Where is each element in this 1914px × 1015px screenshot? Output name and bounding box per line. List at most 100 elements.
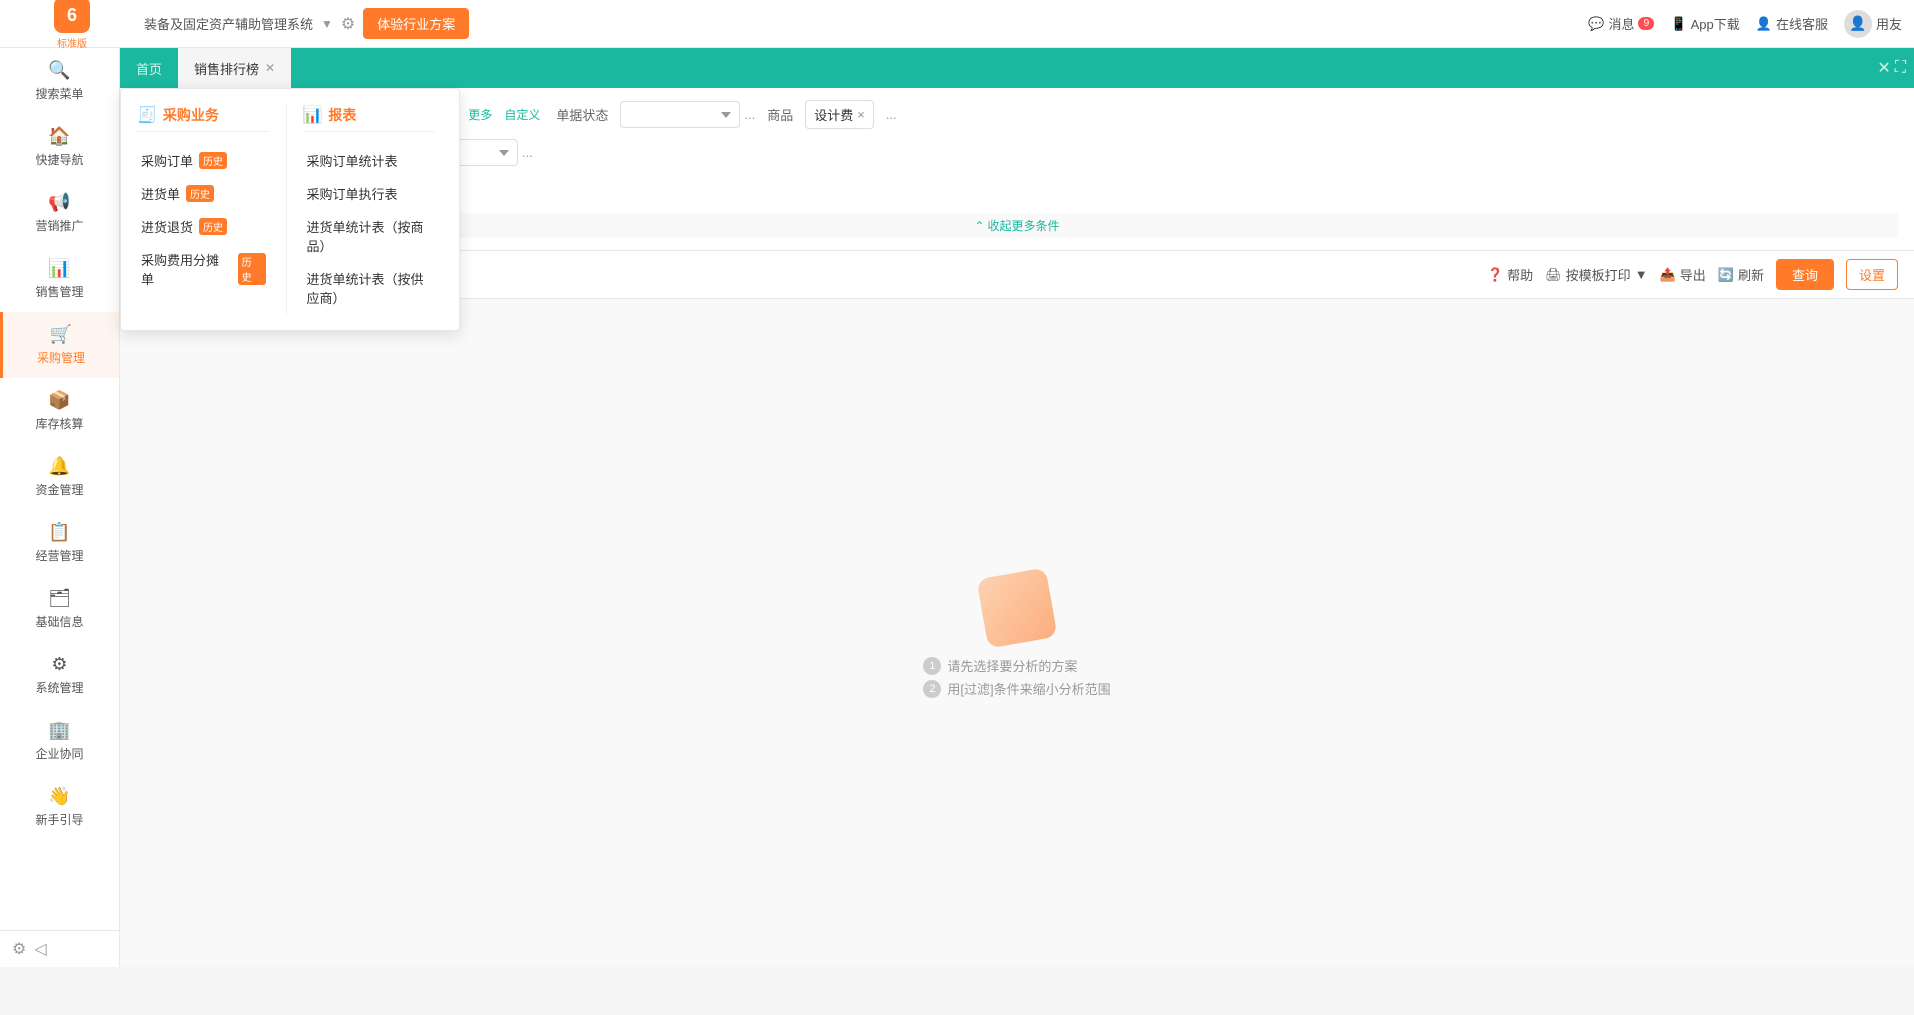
query-button[interactable]: 查询 <box>1776 259 1834 290</box>
sidebar-item-search[interactable]: 🔍 搜索菜单 <box>0 48 119 114</box>
settings-gear-button[interactable]: ⚙ <box>341 14 355 34</box>
sidebar-collapse-button[interactable]: ◁ <box>34 939 46 959</box>
incoming-history-badge: 历史 <box>186 185 214 202</box>
dropdown-purchase-col: 🧾 采购业务 采购订单 历史 进货单 历史 进货退货 历史 采购费用分摊单 历史 <box>137 105 278 314</box>
refresh-button[interactable]: 🔄 刷新 <box>1718 265 1764 284</box>
report-section-label: 报表 <box>328 105 356 125</box>
print-icon: 🖨 <box>1545 267 1562 283</box>
dropdown-item-return[interactable]: 进货退货 历史 <box>137 210 270 243</box>
print-button[interactable]: 🖨 按模板打印 ▼ <box>1545 265 1647 284</box>
purchase-dropdown-menu: 🧾 采购业务 采购订单 历史 进货单 历史 进货退货 历史 采购费用分摊单 历史 <box>120 88 460 331</box>
sidebar-item-label: 经营管理 <box>35 547 83 564</box>
tab-sales-rank[interactable]: 销售排行榜 ✕ <box>178 48 291 88</box>
expense-label: 采购费用分摊单 <box>141 250 232 288</box>
finance-icon: 🔔 <box>48 456 70 477</box>
sidebar-item-basic-info[interactable]: 🗂 基础信息 <box>0 576 119 642</box>
service-icon: 👤 <box>1756 16 1772 32</box>
dropdown-item-incoming-by-supplier[interactable]: 进货单统计表（按供应商） <box>303 262 436 314</box>
collapse-button[interactable]: ⌃ 收起更多条件 <box>974 217 1059 234</box>
top-header: 6 标准版 装备及固定资产辅助管理系统 ▼ ⚙ 体验行业方案 💬 消息 9 📱 … <box>0 0 1914 48</box>
export-label: 导出 <box>1680 265 1706 284</box>
tab-home-label: 首页 <box>136 59 162 78</box>
collapse-label: 收起更多条件 <box>988 217 1060 234</box>
tab-sales-rank-label: 销售排行榜 <box>194 59 259 78</box>
tip-text-1: 请先选择要分析的方案 <box>947 656 1077 675</box>
settings-button[interactable]: 设置 <box>1846 259 1898 290</box>
expense-history-badge: 历史 <box>238 253 266 285</box>
tab-home[interactable]: 首页 <box>120 48 178 88</box>
quick-custom-button[interactable]: 自定义 <box>500 104 544 125</box>
header-mid: 装备及固定资产辅助管理系统 ▼ ⚙ 体验行业方案 <box>132 8 1588 39</box>
export-button[interactable]: 📤 导出 <box>1660 265 1706 284</box>
system-dropdown-button[interactable]: ▼ <box>321 17 333 31</box>
order-status-ellipsis: ... <box>744 107 755 122</box>
dropdown-item-po-summary[interactable]: 采购订单统计表 <box>303 144 436 177</box>
search-icon: 🔍 <box>48 60 70 81</box>
incoming-by-supplier-label: 进货单统计表（按供应商） <box>307 269 432 307</box>
messages-badge: 9 <box>1638 17 1654 30</box>
sidebar-item-inventory[interactable]: 📦 库存核算 <box>0 378 119 444</box>
return-label: 进货退货 <box>141 217 193 236</box>
empty-state: 1 请先选择要分析的方案 2 用[过滤]条件来缩小分析范围 <box>923 568 1110 698</box>
report-section-icon: 📊 <box>303 105 323 125</box>
goods-tag-close[interactable]: × <box>857 107 865 122</box>
operations-icon: 📋 <box>48 522 70 543</box>
dropdown-item-incoming[interactable]: 进货单 历史 <box>137 177 270 210</box>
sidebar-item-guide[interactable]: 👋 新手引导 <box>0 774 119 840</box>
sidebar-item-corp[interactable]: 🏢 企业协同 <box>0 708 119 774</box>
phone-icon: 📱 <box>1670 16 1686 32</box>
tip-num-2: 2 <box>923 680 941 698</box>
dropdown-item-purchase-order[interactable]: 采购订单 历史 <box>137 144 270 177</box>
quick-more-button[interactable]: 更多 <box>464 104 496 125</box>
user-button[interactable]: 👤 用友 <box>1844 10 1902 38</box>
purchase-order-label: 采购订单 <box>141 151 193 170</box>
system-title: 装备及固定资产辅助管理系统 <box>144 14 313 33</box>
empty-icon-shape <box>976 567 1057 648</box>
sales-icon: 📊 <box>48 258 70 279</box>
dropdown-item-expense[interactable]: 采购费用分摊单 历史 <box>137 243 270 295</box>
sidebar-item-label: 资金管理 <box>35 481 83 498</box>
dropdown-item-incoming-by-goods[interactable]: 进货单统计表（按商品） <box>303 210 436 262</box>
dropdown-item-po-exec[interactable]: 采购订单执行表 <box>303 177 436 210</box>
help-label: 帮助 <box>1507 265 1533 284</box>
system-icon: ⚙ <box>51 654 67 675</box>
main-content: 1 请先选择要分析的方案 2 用[过滤]条件来缩小分析范围 <box>120 299 1914 967</box>
tab-close-icon[interactable]: ✕ <box>265 61 275 75</box>
sidebar-item-quick-nav[interactable]: 🏠 快捷导航 <box>0 114 119 180</box>
purchase-section-title: 🧾 采购业务 <box>137 105 270 132</box>
order-status-label: 单据状态 <box>556 105 608 124</box>
app-download-button[interactable]: 📱 App下载 <box>1670 14 1739 33</box>
print-dropdown-icon: ▼ <box>1635 267 1648 282</box>
guide-icon: 👋 <box>48 786 70 807</box>
tab-window-close-button[interactable]: ✕ <box>1877 58 1890 78</box>
help-button[interactable]: ❓ 帮助 <box>1487 265 1533 284</box>
industry-solution-button[interactable]: 体验行业方案 <box>363 8 469 39</box>
avatar: 👤 <box>1844 10 1872 38</box>
goods-label: 商品 <box>767 105 793 124</box>
purchase-icon: 🛒 <box>50 324 72 345</box>
tab-controls: ✕ ⛶ <box>1877 58 1914 78</box>
basic-info-icon: 🗂 <box>48 588 71 609</box>
sidebar-item-finance[interactable]: 🔔 资金管理 <box>0 444 119 510</box>
sidebar-item-sales[interactable]: 📊 销售管理 <box>0 246 119 312</box>
print-label: 按模板打印 <box>1566 265 1631 284</box>
help-icon: ❓ <box>1487 267 1503 283</box>
tab-bar: 首页 销售排行榜 ✕ ✕ ⛶ <box>120 48 1914 88</box>
order-status-select[interactable] <box>620 101 740 128</box>
messages-button[interactable]: 💬 消息 9 <box>1588 14 1654 33</box>
online-service-button[interactable]: 👤 在线客服 <box>1756 14 1828 33</box>
empty-tip-2: 2 用[过滤]条件来缩小分析范围 <box>923 679 1110 698</box>
refresh-label: 刷新 <box>1738 265 1764 284</box>
sidebar-item-label: 企业协同 <box>35 745 83 762</box>
logo-area: 6 标准版 <box>12 0 132 50</box>
user-label: 用友 <box>1876 14 1902 33</box>
sidebar-item-purchase[interactable]: 🛒 采购管理 <box>0 312 119 378</box>
sidebar-item-system[interactable]: ⚙ 系统管理 <box>0 642 119 708</box>
sidebar-settings-button[interactable]: ⚙ <box>12 939 26 959</box>
goods-filter-tag: 设计费 × <box>805 100 874 129</box>
logo-icon: 6 <box>54 0 90 33</box>
sidebar-item-marketing[interactable]: 📢 营销推广 <box>0 180 119 246</box>
tab-expand-button[interactable]: ⛶ <box>1895 59 1906 77</box>
sidebar-item-label: 销售管理 <box>35 283 83 300</box>
sidebar-item-operations[interactable]: 📋 经营管理 <box>0 510 119 576</box>
